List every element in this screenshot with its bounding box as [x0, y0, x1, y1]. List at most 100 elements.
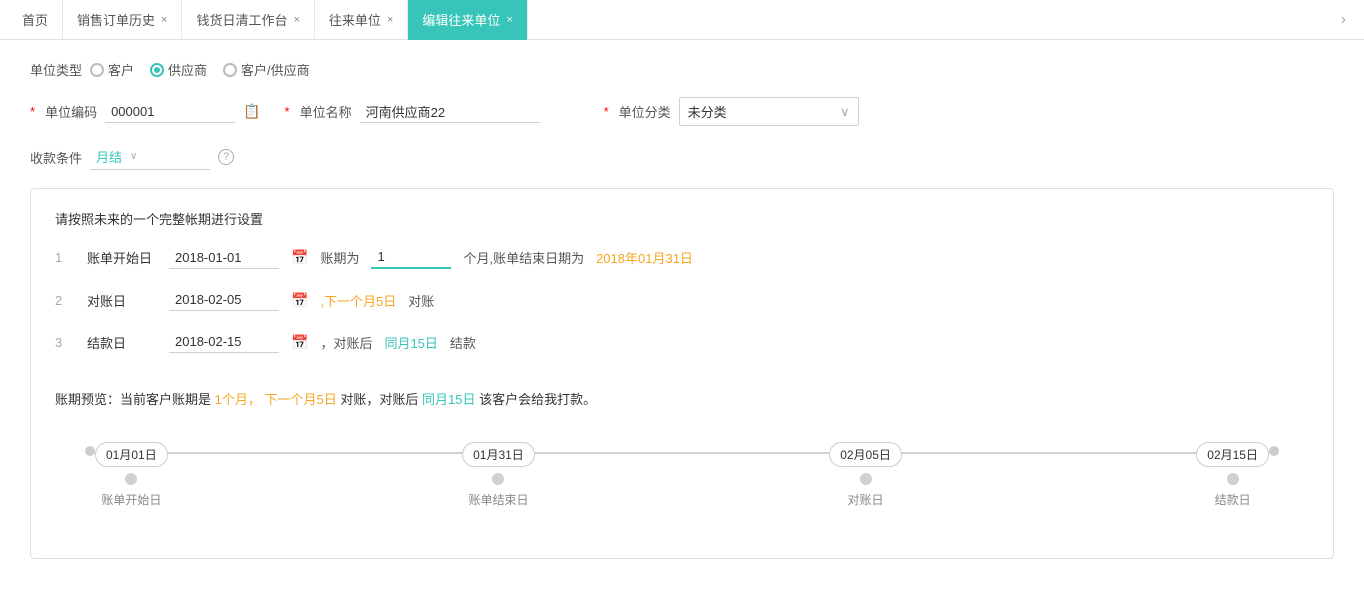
- tab-edit-partner-close[interactable]: ×: [506, 14, 512, 26]
- tabs-bar: 首页 销售订单历史 × 钱货日清工作台 × 往来单位 × 编辑往来单位 × ›: [0, 0, 1364, 40]
- setting-row-3: 3 结款日 📅 ，对账后 同月15日 结款: [55, 331, 1309, 353]
- radio-customer[interactable]: 客户: [90, 60, 134, 79]
- timeline-dot-2: [492, 473, 504, 485]
- radio-supplier-circle: [150, 63, 164, 77]
- page-content: 单位类型 客户 供应商 客户/供应商 * 单位编码: [0, 40, 1364, 608]
- timeline-point-2: 01月31日 账单结束日: [462, 442, 535, 508]
- row-2-next-month-highlight: ,下一个月5日: [320, 291, 396, 310]
- unit-category-label: 单位分类: [619, 102, 671, 121]
- radio-customer-circle: [90, 63, 104, 77]
- radio-customer-label: 客户: [108, 60, 134, 79]
- tab-cash-workbench-close[interactable]: ×: [293, 14, 299, 26]
- tab-edit-partner[interactable]: 编辑往来单位 ×: [408, 0, 527, 40]
- unit-code-input[interactable]: [105, 101, 235, 123]
- preview-prefix: 账期预览：当前客户账期是: [55, 392, 211, 407]
- tab-sales-history-label: 销售订单历史: [77, 10, 155, 29]
- settings-title: 请按照未来的一个完整帐期进行设置: [55, 209, 1309, 228]
- preview-period-highlight: 1个月，: [215, 392, 261, 407]
- timeline-wrapper: 01月01日 账单开始日 01月31日 账单结束日 02月05日 对账: [55, 432, 1309, 538]
- unit-category-value: 未分类: [688, 102, 727, 121]
- unit-category-select[interactable]: 未分类 ∨: [679, 97, 859, 126]
- row-1-end-date-highlight: 2018年01月31日: [596, 248, 693, 267]
- radio-customer-supplier-circle: [223, 63, 237, 77]
- row-3-num: 3: [55, 335, 75, 350]
- row-3-payment-text: 结款: [450, 333, 476, 352]
- row-1-num: 1: [55, 250, 75, 265]
- start-date-calendar-icon[interactable]: 📅: [291, 249, 308, 266]
- payment-row: 收款条件 月结 ∨ ?: [30, 144, 1334, 170]
- unit-info-row: * 单位编码 📋 * 单位名称 * 单位分类 未分类 ∨: [30, 97, 1334, 126]
- unit-category-field: * 单位分类 未分类 ∨: [604, 97, 859, 126]
- timeline-dot-1: [125, 473, 137, 485]
- reconcile-date-calendar-icon[interactable]: 📅: [291, 292, 308, 309]
- tab-cash-workbench[interactable]: 钱货日清工作台 ×: [182, 0, 314, 40]
- timeline-date-2: 01月31日: [462, 442, 535, 467]
- timeline-dot-4: [1227, 473, 1239, 485]
- row-3-after-text: ，对账后: [320, 333, 372, 352]
- tab-sales-history-close[interactable]: ×: [161, 14, 167, 26]
- preview-text: 账期预览：当前客户账期是 1个月， 下一个月5日 对账，对账后 同月15日 该客…: [55, 389, 1309, 408]
- radio-customer-supplier[interactable]: 客户/供应商: [223, 60, 310, 79]
- preview-suffix: 该客户会给我打款。: [479, 392, 596, 407]
- row-3-label: 结款日: [87, 333, 157, 352]
- unit-category-required: *: [604, 104, 609, 119]
- unit-type-label: 单位类型: [30, 60, 82, 79]
- row-2-label: 对账日: [87, 291, 157, 310]
- payment-label: 收款条件: [30, 148, 82, 167]
- unit-category-arrow-icon: ∨: [840, 104, 850, 120]
- tab-home-label: 首页: [22, 10, 48, 29]
- preview-reconcile-text: 对账，对账后: [340, 392, 418, 407]
- row-2-reconcile-text: 对账: [408, 291, 434, 310]
- settings-card: 请按照未来的一个完整帐期进行设置 1 账单开始日 📅 账期为 个月,账单结束日期…: [30, 188, 1334, 559]
- row-1-period-prefix: 账期为: [320, 248, 359, 267]
- payment-select[interactable]: 月结 ∨: [90, 144, 210, 170]
- preview-section: 账期预览：当前客户账期是 1个月， 下一个月5日 对账，对账后 同月15日 该客…: [55, 373, 1309, 538]
- payment-date-input[interactable]: [169, 331, 279, 353]
- tab-partners[interactable]: 往来单位 ×: [315, 0, 408, 40]
- unit-code-field: * 单位编码 📋: [30, 101, 261, 123]
- row-2-num: 2: [55, 293, 75, 308]
- setting-row-2: 2 对账日 📅 ,下一个月5日 对账: [55, 289, 1309, 311]
- reconcile-date-input[interactable]: [169, 289, 279, 311]
- preview-payment-highlight: 同月15日: [422, 392, 475, 407]
- timeline-label-3: 对账日: [848, 491, 884, 508]
- start-date-input[interactable]: [169, 247, 279, 269]
- payment-field: 收款条件 月结 ∨ ?: [30, 144, 234, 170]
- timeline-point-4: 02月15日 结款日: [1196, 442, 1269, 508]
- timeline-label-4: 结款日: [1215, 491, 1251, 508]
- period-input[interactable]: [371, 246, 451, 269]
- unit-name-input[interactable]: [360, 101, 540, 123]
- tab-partners-label: 往来单位: [329, 10, 381, 29]
- timeline-point-3: 02月05日 对账日: [829, 442, 902, 508]
- row-1-period-suffix: 个月,账单结束日期为: [463, 248, 584, 267]
- unit-code-copy-icon[interactable]: 📋: [243, 103, 260, 120]
- tab-sales-history[interactable]: 销售订单历史 ×: [63, 0, 182, 40]
- timeline-label-2: 账单结束日: [468, 491, 528, 508]
- tab-expand-icon[interactable]: ›: [1331, 11, 1356, 29]
- payment-value: 月结: [96, 147, 122, 166]
- timeline-points: 01月01日 账单开始日 01月31日 账单结束日 02月05日 对账: [55, 442, 1309, 508]
- timeline-date-4: 02月15日: [1196, 442, 1269, 467]
- payment-help-icon[interactable]: ?: [218, 149, 234, 165]
- unit-name-label: 单位名称: [300, 102, 352, 121]
- row-3-same-month-highlight: 同月15日: [384, 333, 437, 352]
- tab-partners-close[interactable]: ×: [387, 14, 393, 26]
- preview-reconcile-highlight: 下一个月5日: [265, 392, 337, 407]
- tab-cash-workbench-label: 钱货日清工作台: [196, 10, 287, 29]
- timeline-point-1: 01月01日 账单开始日: [95, 442, 168, 508]
- unit-type-radio-group: 客户 供应商 客户/供应商: [90, 60, 310, 79]
- payment-date-calendar-icon[interactable]: 📅: [291, 334, 308, 351]
- unit-type-field: 单位类型 客户 供应商 客户/供应商: [30, 60, 310, 79]
- unit-type-row: 单位类型 客户 供应商 客户/供应商: [30, 60, 1334, 79]
- tab-edit-partner-label: 编辑往来单位: [422, 10, 500, 29]
- unit-code-label: 单位编码: [45, 102, 97, 121]
- row-1-label: 账单开始日: [87, 248, 157, 267]
- radio-supplier-label: 供应商: [168, 60, 207, 79]
- radio-supplier[interactable]: 供应商: [150, 60, 207, 79]
- unit-name-required: *: [285, 104, 290, 119]
- unit-code-required: *: [30, 104, 35, 119]
- tab-home[interactable]: 首页: [8, 0, 63, 40]
- unit-name-field: * 单位名称: [285, 101, 540, 123]
- timeline-date-1: 01月01日: [95, 442, 168, 467]
- payment-arrow-icon: ∨: [130, 151, 137, 162]
